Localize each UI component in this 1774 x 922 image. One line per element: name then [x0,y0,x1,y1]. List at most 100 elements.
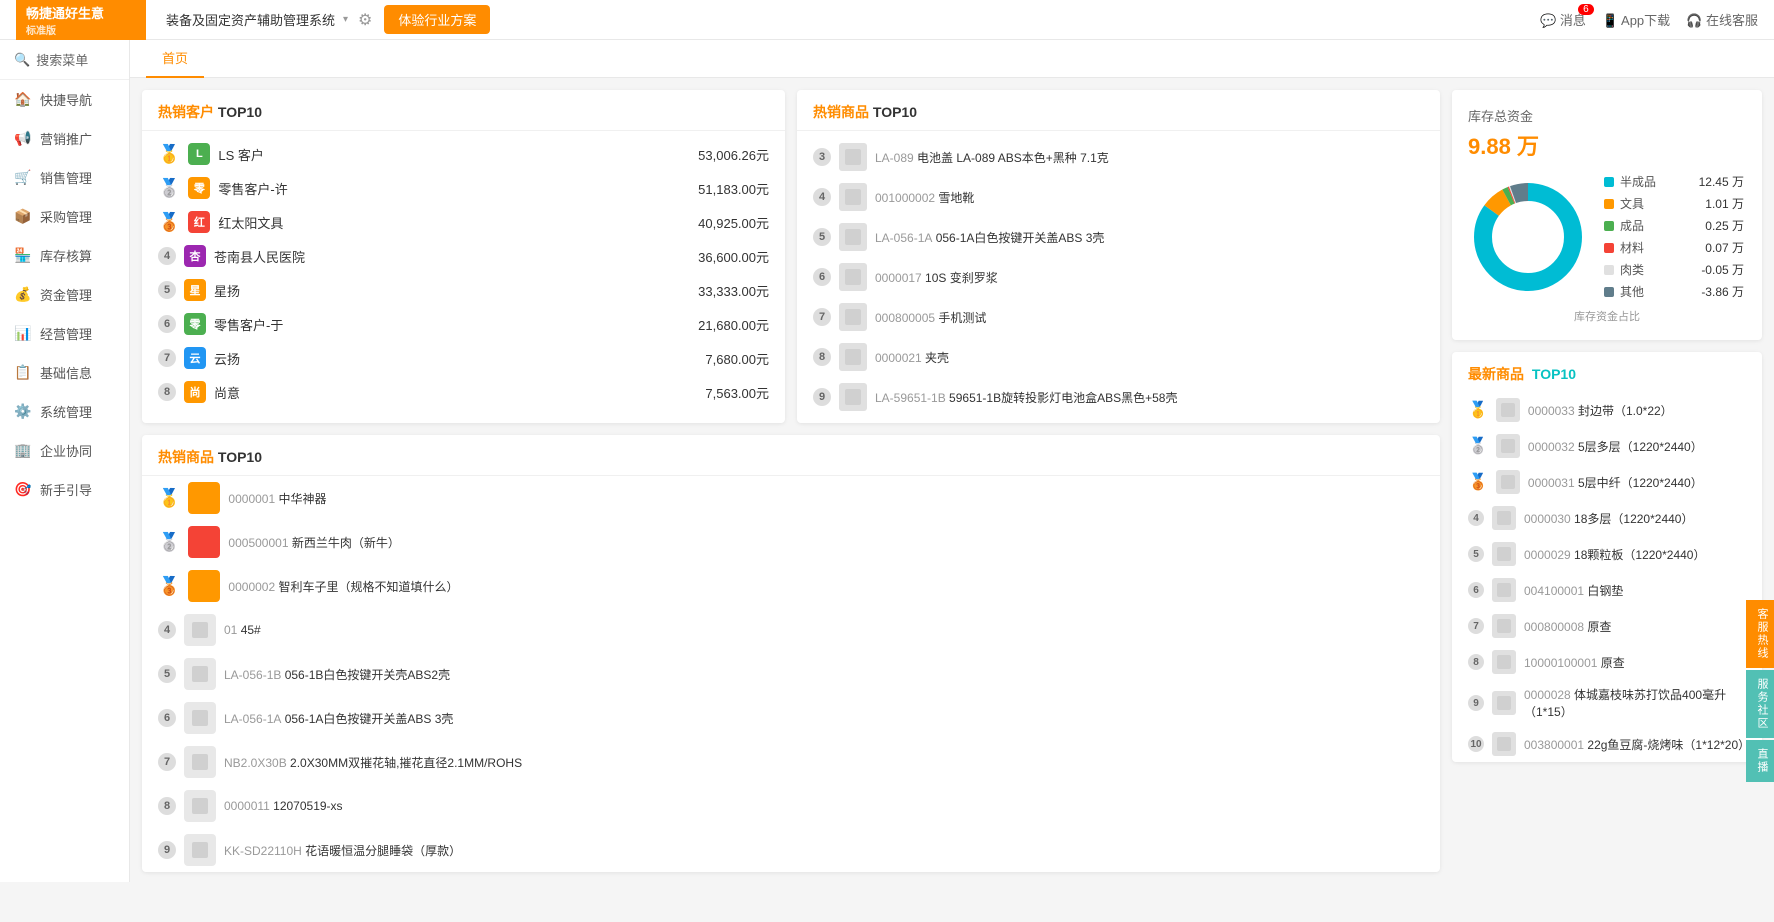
product-sales-row: 8 0000021 夹壳 [797,337,1440,377]
sidebar-item-finance[interactable]: 💰 资金管理 [0,275,129,314]
rank-number: 4 [158,621,176,639]
page-tabs: 首页 [130,40,1774,78]
hot-product-row: 7 NB2.0X30B 2.0X30MM双摧花轴,摧花直径2.1MM/ROHS [142,740,1440,784]
product-thumb [839,223,867,251]
hot-product-row: 8 0000011 12070519-xs [142,784,1440,828]
new-products-title: 最新商品 TOP10 [1452,352,1762,392]
legend-item: 材料 0.07 万 [1604,239,1744,256]
cs-community[interactable]: 服务社区 [1746,670,1774,738]
topbar-right: 💬 消息 6 📱 App下载 🎧 在线客服 [1540,10,1758,29]
product-info: 000800005 手机测试 [875,309,1424,326]
cs-hotline[interactable]: 客服热线 [1746,600,1774,668]
hot-product-row: 🥇 0000001 中华神器 [142,476,1440,520]
app-download[interactable]: 📱 App下载 [1602,10,1670,29]
hot-product-row: 6 LA-056-1A 056-1A白色按键开关盖ABS 3壳 [142,696,1440,740]
customer-row: 8 尚 尚意 7,563.00元 [142,375,785,409]
new-product-row: 6 004100001 白钢垫 [1452,572,1762,608]
purchase-icon: 📦 [14,208,32,226]
rank-number: 6 [813,268,831,286]
rank-number: 8 [158,383,176,401]
sidebar-item-sales[interactable]: 🛒 销售管理 [0,158,129,197]
product-name: 0000002 智利车子里（规格不知道填什么） [228,578,1424,595]
sidebar-item-label: 资金管理 [40,285,92,304]
product-info: LA-089 电池盖 LA-089 ABS本色+黑种 7.1克 [875,149,1424,166]
legend-dot [1604,199,1614,209]
product-info: 0000017 10S 变刹罗浆 [875,269,1424,286]
rank-medal-icon: 🥈 [158,532,180,553]
product-placeholder [184,790,216,822]
rank-number: 4 [1468,510,1484,526]
customer-avatar: 尚 [184,381,206,403]
legend-value: 12.45 万 [1699,173,1744,190]
new-product-name: 0000029 18颗粒板（1220*2440） [1524,546,1746,563]
product-thumb [1492,506,1516,530]
top-products-sales-title: 热销商品 TOP10 [797,90,1440,131]
hot-product-row: 9 KK-SD22110H 花语暖恒温分腿睡袋（厚款） [142,828,1440,872]
rank-number: 5 [158,665,176,683]
sidebar-item-marketing[interactable]: 📢 营销推广 [0,119,129,158]
guide-icon: 🎯 [14,481,32,499]
product-info: LA-056-1A 056-1A白色按键开关盖ABS 3壳 [875,229,1424,246]
customer-service-float: 客服热线 服务社区 直播 [1746,600,1774,782]
sidebar-item-basic[interactable]: 📋 基础信息 [0,353,129,392]
sidebar-item-inventory[interactable]: 🏪 库存核算 [0,236,129,275]
donut-chart [1468,177,1588,297]
finance-icon: 💰 [14,286,32,304]
online-service[interactable]: 🎧 在线客服 [1686,10,1758,29]
hot-products-list: 🥇 0000001 中华神器 🥈 000500001 新西兰牛肉（新牛） 🥉 0… [142,476,1440,872]
sidebar-item-label: 销售管理 [40,168,92,187]
app-label: App下载 [1621,13,1670,28]
sidebar-item-nav[interactable]: 🏠 快捷导航 [0,80,129,119]
product-thumb [1496,470,1520,494]
settings-icon[interactable]: ⚙ [358,10,372,30]
cs-live[interactable]: 直播 [1746,740,1774,782]
product-name: 000500001 新西兰牛肉（新牛） [228,534,1424,551]
logo: 畅捷通好生意 标准版 [16,0,146,40]
legend-dot [1604,177,1614,187]
sidebar-item-label: 企业协同 [40,441,92,460]
sidebar-item-label: 快捷导航 [40,90,92,109]
customer-value: 51,183.00元 [698,179,769,198]
hot-product-row: 🥉 0000002 智利车子里（规格不知道填什么） [142,564,1440,608]
rank-number: 8 [813,348,831,366]
product-name: 0000011 12070519-xs [224,799,1424,813]
rank-number: 7 [1468,618,1484,634]
rank-number: 7 [158,753,176,771]
legend-label: 材料 [1620,239,1699,256]
product-sales-row: 7 000800005 手机测试 [797,297,1440,337]
trial-button[interactable]: 体验行业方案 [384,5,490,34]
sidebar-item-label: 新手引导 [40,480,92,499]
rank-medal-icon: 🥉 [1468,472,1488,492]
new-product-row: 10 003800001 22g鱼豆腐-烧烤味（1*12*20） [1452,726,1762,762]
new-product-name: 0000031 5层中纤（1220*2440） [1528,474,1746,491]
search-menu[interactable]: 🔍 搜索菜单 [0,40,129,80]
sidebar-item-operation[interactable]: 📊 经营管理 [0,314,129,353]
rank-number: 8 [158,797,176,815]
sidebar-item-system[interactable]: ⚙️ 系统管理 [0,392,129,431]
legend-value: 0.07 万 [1705,239,1744,256]
legend-label: 肉类 [1620,261,1695,278]
sidebar-item-company[interactable]: 🏢 企业协同 [0,431,129,470]
legend-item: 肉类 -0.05 万 [1604,261,1744,278]
sidebar-item-label: 经营管理 [40,324,92,343]
top-products-sales-panel: 热销商品 TOP10 3 LA-089 电池盖 LA-089 ABS本色+黑种 … [797,90,1440,423]
tab-home[interactable]: 首页 [146,40,204,78]
product-thumb [839,263,867,291]
sidebar-item-purchase[interactable]: 📦 采购管理 [0,197,129,236]
customer-value: 53,006.26元 [698,145,769,164]
products-sales-list: 3 LA-089 电池盖 LA-089 ABS本色+黑种 7.1克 4 0010… [797,131,1440,423]
main-content: 首页 热销客户 TOP10 🥇 L LS 客户 53,006.26元 🥈 零 零… [130,40,1774,884]
inventory-value: 9.88 [1468,134,1511,159]
rank-medal-icon: 🥈 [158,178,180,199]
customer-value: 21,680.00元 [698,315,769,334]
rank-number: 5 [1468,546,1484,562]
sidebar-item-guide[interactable]: 🎯 新手引导 [0,470,129,509]
rank-medal-icon: 🥉 [158,576,180,597]
rank-number: 3 [813,148,831,166]
system-selector[interactable]: 装备及固定资产辅助管理系统 ▾ [166,10,348,29]
basic-icon: 📋 [14,364,32,382]
message-badge[interactable]: 💬 消息 6 [1540,10,1586,29]
rank-medal-icon: 🥇 [158,488,180,509]
product-placeholder [184,614,216,646]
customer-avatar: 零 [188,177,210,199]
